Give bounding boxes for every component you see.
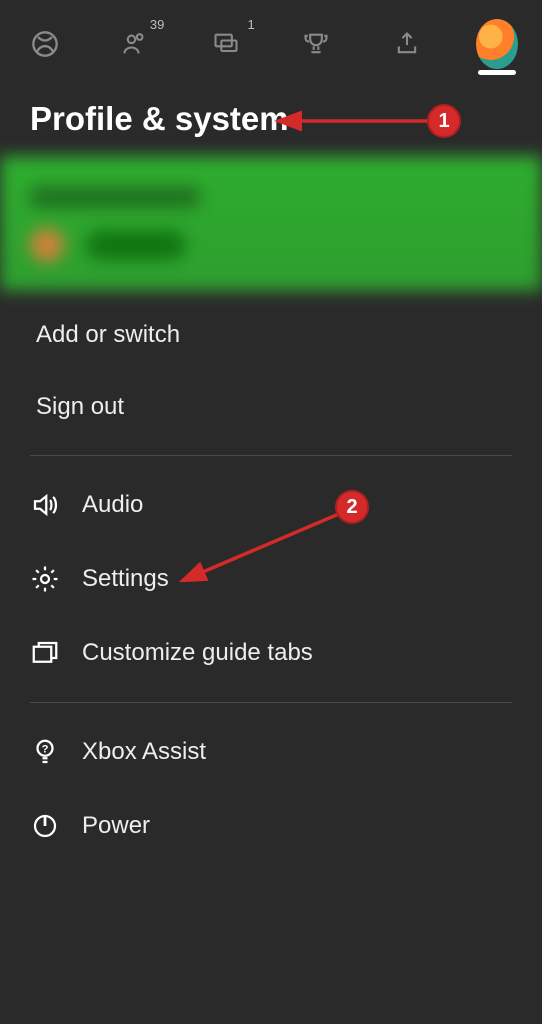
current-profile-card[interactable] bbox=[0, 156, 542, 291]
friends-badge: 39 bbox=[150, 17, 164, 32]
svg-text:?: ? bbox=[42, 744, 49, 756]
share-icon bbox=[393, 30, 421, 58]
menu-label: Add or switch bbox=[36, 321, 180, 349]
gear-icon bbox=[30, 564, 60, 594]
achievements-tab[interactable] bbox=[295, 23, 337, 65]
page-title: Profile & system bbox=[0, 80, 542, 156]
menu-label: Customize guide tabs bbox=[82, 639, 313, 667]
active-tab-indicator bbox=[478, 70, 516, 75]
friends-tab[interactable]: 39 bbox=[114, 23, 156, 65]
add-or-switch-item[interactable]: Add or switch bbox=[0, 299, 542, 371]
people-icon bbox=[121, 30, 149, 58]
share-tab[interactable] bbox=[386, 23, 428, 65]
menu-label: Power bbox=[82, 812, 150, 840]
guide-tabs-top-bar: 39 1 bbox=[0, 0, 542, 80]
sign-out-item[interactable]: Sign out bbox=[0, 371, 542, 443]
menu-label: Settings bbox=[82, 565, 169, 593]
divider bbox=[30, 702, 512, 703]
menu-label: Sign out bbox=[36, 393, 124, 421]
profile-avatar-small bbox=[30, 228, 64, 262]
profile-system-menu: Add or switch Sign out Audio Settings Cu… bbox=[0, 291, 542, 863]
menu-label: Audio bbox=[82, 491, 143, 519]
chat-badge: 1 bbox=[248, 17, 255, 32]
gamertag-redacted bbox=[30, 186, 200, 208]
divider bbox=[30, 455, 512, 456]
menu-label: Xbox Assist bbox=[82, 738, 206, 766]
chat-icon bbox=[212, 30, 240, 58]
trophy-icon bbox=[302, 30, 330, 58]
xbox-logo-tab[interactable] bbox=[24, 23, 66, 65]
xbox-assist-item[interactable]: ? Xbox Assist bbox=[0, 715, 542, 789]
audio-item[interactable]: Audio bbox=[0, 468, 542, 542]
power-item[interactable]: Power bbox=[0, 789, 542, 863]
help-lightbulb-icon: ? bbox=[30, 737, 60, 767]
power-icon bbox=[30, 811, 60, 841]
profile-system-tab[interactable] bbox=[476, 23, 518, 65]
settings-item[interactable]: Settings bbox=[0, 542, 542, 616]
windows-stack-icon bbox=[30, 638, 60, 668]
chat-tab[interactable]: 1 bbox=[205, 23, 247, 65]
gamerscore-redacted bbox=[86, 230, 186, 260]
customize-guide-tabs-item[interactable]: Customize guide tabs bbox=[0, 616, 542, 690]
speaker-icon bbox=[30, 490, 60, 520]
xbox-icon bbox=[31, 30, 59, 58]
avatar-icon bbox=[476, 19, 518, 69]
